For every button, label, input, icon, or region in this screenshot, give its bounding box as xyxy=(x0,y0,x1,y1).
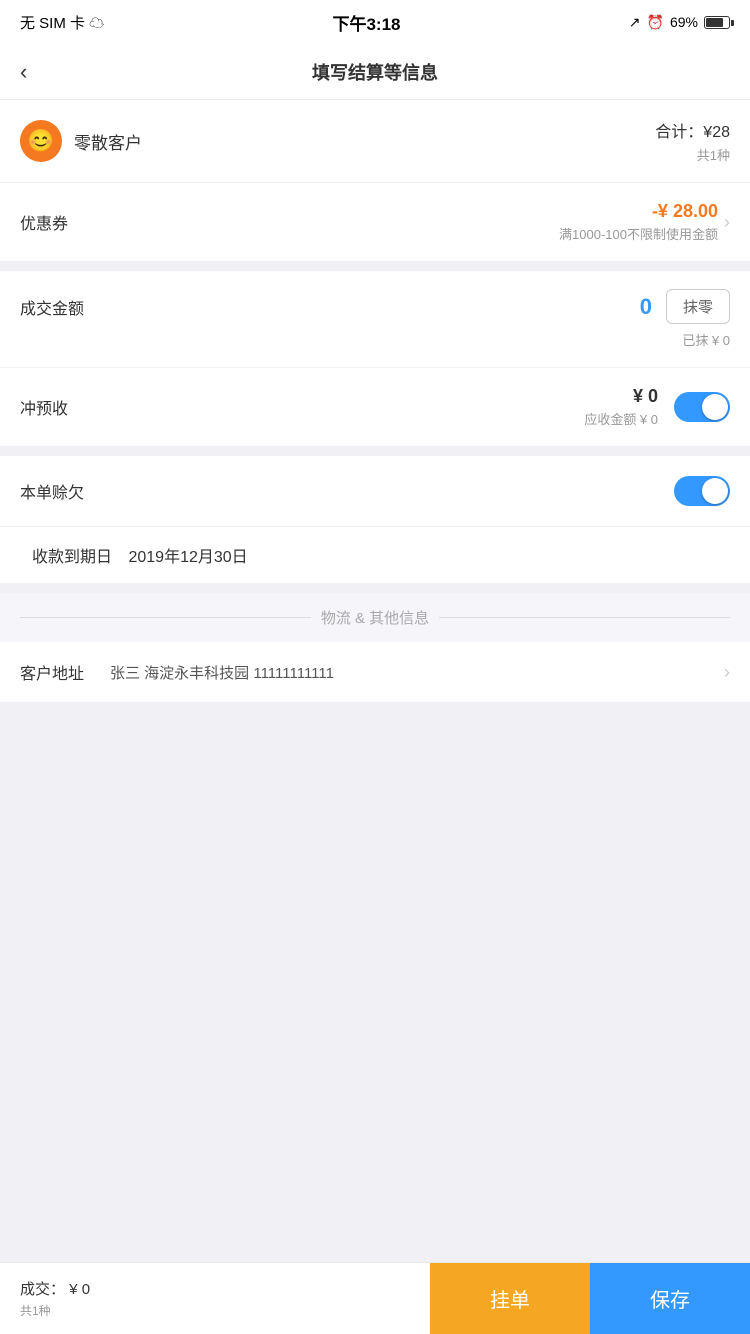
content: 😊 零散客户 合计：¥28 共1种 优惠券 -¥ 28.00 满1000-100… xyxy=(0,100,750,782)
trade-label: 成交： xyxy=(20,1281,65,1298)
due-date-label: 收款到期日 xyxy=(32,549,112,566)
prepay-values: ¥ 0 应收金额 ¥ 0 xyxy=(584,386,658,428)
address-value: 张三 海淀永丰科技园 11111111111 xyxy=(110,662,724,683)
prepay-row: 冲预收 ¥ 0 应收金额 ¥ 0 xyxy=(0,368,750,446)
chevron-right-icon: › xyxy=(724,212,730,233)
sim-text: 无 SIM 卡 ☁ xyxy=(20,12,104,33)
bottom-count: 共1种 xyxy=(20,1302,410,1319)
status-bar: 无 SIM 卡 ☁ 下午3:18 ↗ ⏰ 69% xyxy=(0,0,750,44)
transaction-value: 0 xyxy=(640,294,652,320)
transaction-sub: 已抹 ¥ 0 xyxy=(20,330,730,349)
pending-button[interactable]: 挂单 xyxy=(430,1263,590,1334)
battery-percent: 69% xyxy=(670,14,698,30)
battery-icon xyxy=(704,16,730,29)
total-label: 合计：¥28 xyxy=(655,118,730,142)
prepay-sub: 应收金额 ¥ 0 xyxy=(584,409,658,428)
credit-toggle-thumb xyxy=(702,478,728,504)
customer-name: 零散客户 xyxy=(74,129,142,154)
transaction-label: 成交金额 xyxy=(20,295,84,319)
credit-row: 本单赊欠 xyxy=(0,456,750,526)
address-row[interactable]: 客户地址 张三 海淀永丰科技园 11111111111 › xyxy=(0,642,750,702)
back-button[interactable]: ‹ xyxy=(20,51,39,93)
due-date-value: 2019年12月30日 xyxy=(128,549,247,566)
address-chevron-icon: › xyxy=(724,662,730,683)
prepay-toggle[interactable] xyxy=(674,392,730,422)
status-left: 无 SIM 卡 ☁ xyxy=(20,12,104,33)
customer-avatar: 😊 xyxy=(20,120,62,162)
trade-value: ¥ 0 xyxy=(69,1281,90,1298)
bottom-trade: 成交： ¥ 0 xyxy=(20,1278,410,1299)
logistics-text: 物流 & 其他信息 xyxy=(321,607,429,628)
coupon-right: -¥ 28.00 满1000-100不限制使用金额 › xyxy=(559,201,730,243)
save-button[interactable]: 保存 xyxy=(590,1263,750,1334)
customer-section: 😊 零散客户 合计：¥28 共1种 优惠券 -¥ 28.00 满1000-100… xyxy=(0,100,750,261)
location-icon: ↗ xyxy=(629,14,641,31)
prepay-amount: ¥ 0 xyxy=(584,386,658,407)
credit-section: 本单赊欠 收款到期日 2019年12月30日 xyxy=(0,456,750,583)
status-right: ↗ ⏰ 69% xyxy=(629,14,730,31)
nav-bar: ‹ 填写结算等信息 xyxy=(0,44,750,100)
coupon-label: 优惠券 xyxy=(20,210,68,234)
coupon-desc: 满1000-100不限制使用金额 xyxy=(559,224,718,243)
alarm-icon: ⏰ xyxy=(647,14,664,31)
toggle-thumb xyxy=(702,394,728,420)
total-count: 共1种 xyxy=(655,145,730,164)
status-time: 下午3:18 xyxy=(332,10,400,35)
bottom-info: 成交： ¥ 0 共1种 xyxy=(0,1278,430,1319)
coupon-row[interactable]: 优惠券 -¥ 28.00 满1000-100不限制使用金额 › xyxy=(0,182,750,261)
prepay-label: 冲预收 xyxy=(20,395,68,419)
coupon-discount: -¥ 28.00 xyxy=(559,201,718,222)
divider-line-right xyxy=(439,617,730,618)
customer-total: 合计：¥28 共1种 xyxy=(655,118,730,164)
credit-label: 本单赊欠 xyxy=(20,479,84,503)
address-label: 客户地址 xyxy=(20,660,90,684)
transaction-section: 成交金额 0 抹零 已抹 ¥ 0 冲预收 ¥ 0 应收金额 ¥ 0 xyxy=(0,271,750,446)
transaction-row: 成交金额 0 抹零 已抹 ¥ 0 xyxy=(0,271,750,368)
page-title: 填写结算等信息 xyxy=(312,59,438,85)
transaction-top: 成交金额 0 抹零 xyxy=(20,289,730,324)
customer-left: 😊 零散客户 xyxy=(20,120,142,162)
prepay-right: ¥ 0 应收金额 ¥ 0 xyxy=(584,386,730,428)
logistics-divider: 物流 & 其他信息 xyxy=(0,593,750,642)
coupon-value-block: -¥ 28.00 满1000-100不限制使用金额 xyxy=(559,201,718,243)
credit-toggle[interactable] xyxy=(674,476,730,506)
customer-row: 😊 零散客户 合计：¥28 共1种 xyxy=(0,100,750,182)
due-date-row: 收款到期日 2019年12月30日 xyxy=(0,526,750,583)
round-button[interactable]: 抹零 xyxy=(666,289,730,324)
transaction-right: 0 抹零 xyxy=(640,289,730,324)
divider-line-left xyxy=(20,617,311,618)
bottom-bar: 成交： ¥ 0 共1种 挂单 保存 xyxy=(0,1262,750,1334)
